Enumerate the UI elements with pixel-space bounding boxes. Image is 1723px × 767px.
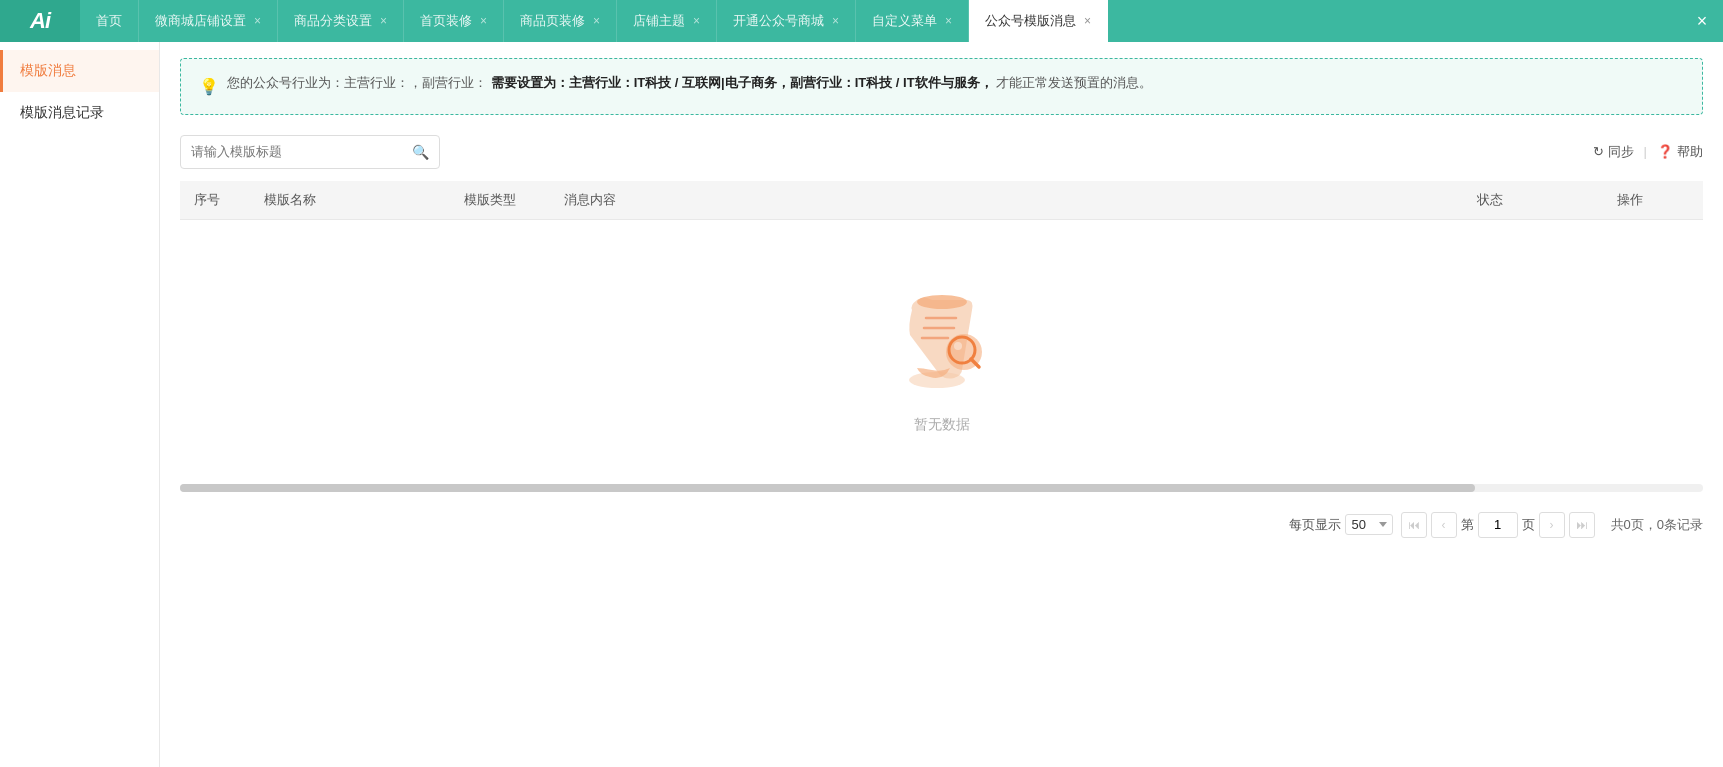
nav-tab-close-shop-theme[interactable]: × (693, 14, 700, 28)
page-suffix: 页 (1522, 516, 1535, 534)
total-info: 共0页，0条记录 (1611, 516, 1703, 534)
industry-alert: 💡 您的公众号行业为：主营行业：，副营行业： 需要设置为：主营行业：IT科技 /… (180, 58, 1703, 115)
nav-tab-shop-theme[interactable]: 店铺主题 × (617, 0, 717, 42)
nav-tab-open-mall[interactable]: 开通公众号商城 × (717, 0, 856, 42)
search-bar: 🔍 ↻ 同步 | ❓ 帮助 (180, 135, 1703, 169)
pagination: 每页显示 102050100 ⏮ ‹ 第 页 › ⏭ 共0页，0条记录 (180, 502, 1703, 542)
top-nav: Ai 首页微商城店铺设置 ×商品分类设置 ×首页装修 ×商品页装修 ×店铺主题 … (0, 0, 1723, 42)
bulb-icon: 💡 (199, 74, 219, 100)
page-size-select: 每页显示 102050100 (1289, 514, 1393, 535)
sync-button[interactable]: ↻ 同步 (1593, 143, 1634, 161)
search-input[interactable] (191, 144, 412, 159)
nav-tab-custom-menu[interactable]: 自定义菜单 × (856, 0, 969, 42)
last-page-button[interactable]: ⏭ (1569, 512, 1595, 538)
template-table: 序号模版名称模版类型消息内容状态操作 (180, 181, 1703, 474)
nav-tab-template-msg[interactable]: 公众号模版消息 × (969, 0, 1108, 42)
nav-tabs: 首页微商城店铺设置 ×商品分类设置 ×首页装修 ×商品页装修 ×店铺主题 ×开通… (80, 0, 1681, 42)
nav-tab-close-category-setting[interactable]: × (380, 14, 387, 28)
sync-icon: ↻ (1593, 144, 1604, 159)
nav-tab-close-custom-menu[interactable]: × (945, 14, 952, 28)
page-nav: ⏮ ‹ 第 页 › ⏭ (1401, 512, 1595, 538)
col-header-status: 状态 (1463, 181, 1603, 220)
app-logo: Ai (0, 0, 80, 42)
nav-tab-home-decor[interactable]: 首页装修 × (404, 0, 504, 42)
page-prefix: 第 (1461, 516, 1474, 534)
nav-tab-close-open-mall[interactable]: × (832, 14, 839, 28)
col-header-seq: 序号 (180, 181, 250, 220)
horizontal-scrollbar[interactable] (180, 484, 1703, 492)
nav-tab-home[interactable]: 首页 (80, 0, 139, 42)
toolbar-divider: | (1644, 144, 1647, 159)
nav-tab-product-decor[interactable]: 商品页装修 × (504, 0, 617, 42)
toolbar-right: ↻ 同步 | ❓ 帮助 (1593, 143, 1703, 161)
help-button[interactable]: ❓ 帮助 (1657, 143, 1703, 161)
nav-tab-category-setting[interactable]: 商品分类设置 × (278, 0, 404, 42)
table-body: 暂无数据 (180, 219, 1703, 474)
page-number-input[interactable] (1478, 512, 1518, 538)
nav-tab-weshop-setting[interactable]: 微商城店铺设置 × (139, 0, 278, 42)
global-close-button[interactable]: × (1681, 0, 1723, 42)
first-page-button[interactable]: ⏮ (1401, 512, 1427, 538)
search-icon[interactable]: 🔍 (412, 144, 429, 160)
app-body: 模版消息模版消息记录 💡 您的公众号行业为：主营行业：，副营行业： 需要设置为：… (0, 42, 1723, 767)
nav-tab-close-home-decor[interactable]: × (480, 14, 487, 28)
next-page-button[interactable]: › (1539, 512, 1565, 538)
table-header-row: 序号模版名称模版类型消息内容状态操作 (180, 181, 1703, 220)
col-header-type: 模版类型 (450, 181, 550, 220)
nav-tab-close-template-msg[interactable]: × (1084, 14, 1091, 28)
svg-point-8 (954, 342, 962, 350)
empty-row: 暂无数据 (180, 219, 1703, 474)
scroll-thumb[interactable] (180, 484, 1475, 492)
nav-tab-close-weshop-setting[interactable]: × (254, 14, 261, 28)
main-content: 💡 您的公众号行业为：主营行业：，副营行业： 需要设置为：主营行业：IT科技 /… (160, 42, 1723, 767)
sidebar: 模版消息模版消息记录 (0, 42, 160, 767)
empty-state: 暂无数据 (180, 220, 1703, 474)
nav-tab-close-product-decor[interactable]: × (593, 14, 600, 28)
help-icon: ❓ (1657, 144, 1673, 159)
svg-point-1 (917, 295, 967, 309)
empty-text: 暂无数据 (914, 416, 970, 434)
table-header: 序号模版名称模版类型消息内容状态操作 (180, 181, 1703, 220)
col-header-name: 模版名称 (250, 181, 450, 220)
col-header-action: 操作 (1603, 181, 1703, 220)
prev-page-button[interactable]: ‹ (1431, 512, 1457, 538)
search-input-wrap: 🔍 (180, 135, 440, 169)
sidebar-item-template-msg[interactable]: 模版消息 (0, 50, 159, 92)
alert-text: 您的公众号行业为：主营行业：，副营行业： 需要设置为：主营行业：IT科技 / 互… (227, 73, 1152, 94)
page-size-dropdown[interactable]: 102050100 (1345, 514, 1393, 535)
sidebar-item-template-msg-records[interactable]: 模版消息记录 (0, 92, 159, 134)
page-size-label: 每页显示 (1289, 516, 1341, 534)
col-header-content: 消息内容 (550, 181, 1463, 220)
empty-illustration (882, 280, 1002, 400)
